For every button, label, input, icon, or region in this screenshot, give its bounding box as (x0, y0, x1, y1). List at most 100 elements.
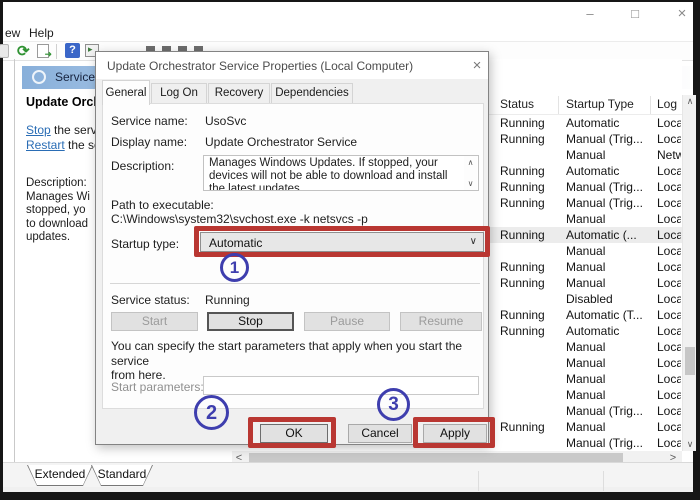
tab-standard-label: Standard (97, 467, 147, 481)
tab-extended-label: Extended (34, 467, 86, 481)
column-header-log-on-as[interactable]: Log (657, 97, 677, 111)
description-label: Description: (111, 159, 175, 173)
tab-general[interactable]: General (102, 80, 150, 105)
cell-status: Running (500, 164, 545, 178)
tab-dependencies[interactable]: Dependencies (271, 83, 353, 104)
export-list-icon[interactable] (37, 44, 52, 60)
cell-startup: Automatic (566, 324, 620, 338)
description-field[interactable]: Manages Windows Updates. If stopped, you… (203, 155, 479, 191)
partial-toolbar-icon[interactable] (0, 44, 9, 58)
description-scroll[interactable]: ∧ ∨ (464, 156, 477, 190)
start-parameters-input[interactable] (203, 376, 479, 395)
stop-link-rest: the serv (50, 123, 97, 137)
scroll-down-icon[interactable]: ∨ (464, 179, 477, 188)
cell-logon: Loca (657, 180, 681, 194)
minimize-icon[interactable]: – (575, 6, 605, 22)
service-status-label: Service status: (111, 293, 190, 307)
cell-status: Running (500, 116, 545, 130)
dialog-close-icon[interactable]: × (468, 57, 486, 75)
cell-logon: Loca (657, 228, 681, 242)
display-name-label: Display name: (111, 135, 188, 149)
dialog-title: Update Orchestrator Service Properties (… (107, 59, 414, 73)
column-header-startup-type[interactable]: Startup Type (566, 97, 634, 111)
column-separator[interactable] (650, 96, 651, 114)
gear-icon (32, 70, 46, 84)
stop-button[interactable]: Stop (207, 312, 294, 331)
refresh-icon[interactable]: ⟳ (17, 42, 30, 60)
cell-logon: Netw (657, 148, 681, 162)
close-icon[interactable]: × (667, 6, 697, 22)
cell-status: Running (500, 196, 545, 210)
tree-pane-divider[interactable] (14, 59, 15, 465)
tab-extended[interactable]: Extended (27, 465, 93, 486)
cell-status: Running (500, 276, 545, 290)
annotation-box-ok (248, 417, 336, 448)
cell-status: Running (500, 260, 545, 274)
annotation-circle-1: 1 (220, 253, 249, 282)
cell-startup: Manual (566, 388, 606, 402)
display-name-value: Update Orchestrator Service (205, 135, 358, 149)
service-action-links: Stop the serv Restart the se (26, 123, 101, 153)
menu-bar: ew Help (3, 26, 693, 41)
dialog-titlebar: Update Orchestrator Service Properties (… (96, 52, 488, 79)
cell-startup: Manual (566, 340, 606, 354)
cell-logon: Loca (657, 356, 681, 370)
path-value: C:\Windows\system32\svchost.exe -k netsv… (111, 212, 368, 226)
annotation-circle-3: 3 (377, 388, 410, 421)
cell-status: Running (500, 324, 545, 338)
resume-button[interactable]: Resume (400, 312, 482, 331)
cell-startup: Automatic (... (566, 228, 637, 242)
action-link-row: Stop the serv (26, 123, 101, 138)
cell-startup: Disabled (566, 292, 613, 306)
column-separator[interactable] (558, 96, 559, 114)
cell-startup: Automatic (566, 164, 620, 178)
menu-help[interactable]: Help (29, 26, 54, 40)
dialog-tab-strip: General Log On Recovery Dependencies (96, 79, 488, 105)
service-properties-dialog: Update Orchestrator Service Properties (… (95, 51, 495, 448)
pause-button[interactable]: Pause (304, 312, 390, 331)
cell-startup: Manual (566, 244, 606, 258)
stop-link[interactable]: Stop (26, 123, 51, 137)
cell-logon: Loca (657, 388, 681, 402)
scroll-down-icon[interactable]: ∨ (683, 438, 697, 451)
help-icon[interactable]: ? (65, 43, 80, 58)
cell-logon: Loca (657, 420, 681, 434)
vertical-scrollbar[interactable]: ∧ ∨ (682, 95, 696, 451)
tab-standard[interactable]: Standard (91, 465, 153, 486)
cell-status: Running (500, 132, 545, 146)
cell-startup: Manual (Trig... (566, 404, 643, 418)
action-link-row: Restart the se (26, 138, 101, 153)
column-header-status[interactable]: Status (500, 97, 534, 111)
cell-startup: Manual (566, 420, 606, 434)
tab-log-on[interactable]: Log On (151, 83, 207, 104)
start-button[interactable]: Start (111, 312, 198, 331)
separator-line (110, 283, 480, 284)
startup-type-label: Startup type: (111, 237, 180, 251)
cell-startup: Manual (566, 148, 606, 162)
service-description-text: Description: Manages Wi stopped, yo to d… (26, 177, 90, 243)
menu-view-partial[interactable]: ew (5, 26, 20, 40)
scroll-up-icon[interactable]: ∧ (683, 95, 697, 108)
annotation-box-apply (413, 417, 495, 448)
restart-link[interactable]: Restart (26, 138, 65, 152)
vertical-scrollbar-thumb[interactable] (685, 347, 695, 375)
cell-logon: Loca (657, 372, 681, 386)
cell-startup: Manual (566, 276, 606, 290)
cell-startup: Manual (566, 212, 606, 226)
tab-recovery[interactable]: Recovery (208, 83, 270, 104)
cell-logon: Loca (657, 164, 681, 178)
maximize-icon[interactable]: □ (620, 6, 650, 22)
cancel-button[interactable]: Cancel (348, 424, 412, 443)
cell-logon: Loca (657, 116, 681, 130)
cell-status: Running (500, 180, 545, 194)
annotation-circle-2: 2 (194, 395, 229, 430)
status-bar-separator (603, 471, 604, 491)
cell-logon: Loca (657, 260, 681, 274)
service-name-value: UsoSvc (205, 114, 247, 128)
status-bar (3, 471, 693, 492)
cell-startup: Automatic (566, 116, 620, 130)
scroll-up-icon[interactable]: ∧ (464, 158, 477, 167)
cell-status: Running (500, 308, 545, 322)
cell-logon: Loca (657, 212, 681, 226)
description-value: Manages Windows Updates. If stopped, you… (209, 157, 448, 191)
